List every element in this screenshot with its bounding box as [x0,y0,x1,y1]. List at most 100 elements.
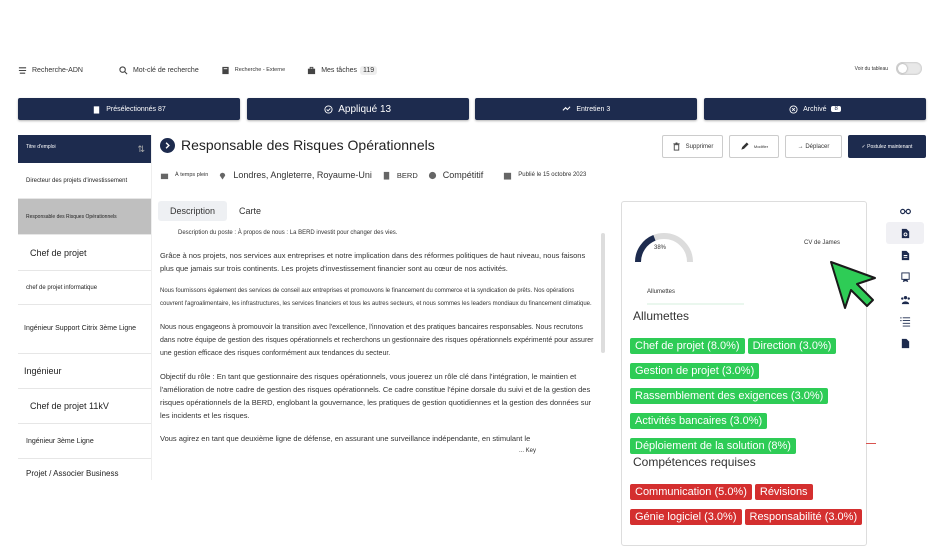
nav-label: Recherche-ADN [32,66,83,74]
team-icon[interactable] [886,288,924,310]
meta-label: Compétitif [442,170,484,180]
matches-sublabel: Allumettes [647,289,676,295]
tab-count: 13 [379,103,392,115]
sidebar-item-label: Ingénieur [24,366,62,376]
tab-applied[interactable]: Appliqué 13 [246,98,469,120]
button-label: Modifier [753,144,769,149]
sidebar-item[interactable]: Chef de projet 11kV [18,389,151,424]
meta-salary: Compétitif [428,170,484,180]
nav-label: Mot-clé de recherche [132,66,199,74]
document-search-icon[interactable] [886,222,924,244]
divider [647,303,744,305]
sidebar-item[interactable]: Projet / Associer Business [18,459,151,480]
meta-job-type: À temps plein [160,171,208,180]
tab-preselected[interactable]: Présélectionnés 87 [18,98,240,120]
sidebar-header: Titre d'emploi ⇅ [18,135,151,163]
sidebar-item[interactable]: Directeur des projets d'investissement [18,163,151,199]
table-view-toggle-wrap: Voir du tableau [855,62,922,75]
skill-chip-match: Activités bancaires (3.0%) [630,413,768,429]
meta-label: Londres, Angleterre, Royaume-Uni [233,170,372,180]
sidebar-item[interactable]: Ingénieur 3ème Ligne [18,424,151,459]
meta-label: BERD [396,170,418,180]
skill-chip-match: Déploiement de la solution (8%) [630,438,796,454]
sidebar-item[interactable]: Chef de projet [18,235,151,271]
sidebar-item-label: Projet / Associer Business [26,469,119,478]
meta-company: BERD [382,171,418,180]
skill-chip-match: Rassemblement des exigences (3.0%) [630,388,829,404]
matched-skills: Chef de projet (8.0%) Direction (3.0%) Ges… [630,336,866,461]
nav-recherche-adn[interactable]: Recherche-ADN [18,66,83,75]
button-label: → Déplacer [797,143,830,150]
skill-chip-missing: Révisions [754,484,813,500]
tab-label: Présélectionnés [106,105,157,113]
top-navigation: Recherche-ADN Mot-clé de recherche Reche… [18,60,926,80]
location-pin-icon [220,172,226,180]
match-percent: 38% [654,245,667,251]
pencil-icon [741,142,749,150]
glasses-icon[interactable] [886,200,924,222]
tab-label: Appliqué [338,103,378,115]
sidebar-item-label: chef de projet informatique [26,284,98,291]
meta-label: Publié le 15 octobre 2023 [518,172,587,178]
button-label: ✓ Postulez maintenant [861,143,913,150]
description-scrollbar[interactable] [601,233,605,353]
delete-button[interactable]: Supprimer [662,135,723,158]
sidebar-item-label: Responsable des Risques Opérationnels [26,213,117,220]
chevron-right-icon[interactable] [160,137,175,153]
edit-button[interactable]: Modifier [729,135,779,158]
meta-location: Londres, Angleterre, Royaume-Uni [218,170,372,180]
tab-description[interactable]: Description [158,201,228,221]
gauge-fill [635,235,656,263]
skill-chip-missing: Communication (5.0%) [630,484,752,500]
description-tabs: Description Carte [158,201,273,221]
sidebar-item[interactable]: Ingénieur [18,354,151,389]
toggle-label: Voir du tableau [854,65,888,72]
divider [866,443,876,444]
tab-interview[interactable]: Entretien 3 [475,98,698,120]
tab-archived[interactable]: Archivé 8 [703,98,926,120]
table-view-toggle[interactable] [896,62,922,75]
sidebar-item-label: Directeur des projets d'investissement [26,177,128,184]
pointer-cursor-icon [830,261,876,309]
job-title: Responsable des Risques Opérationnels [181,137,435,153]
certificate-icon[interactable] [886,266,924,288]
description-paragraph: Objectif du rôle : En tant que gestionna… [160,372,592,420]
task-count: 119 [359,65,378,75]
sidebar-item-label: Chef de projet [30,247,87,258]
nav-external-search[interactable]: Recherche - Externe [221,66,285,75]
nav-label: Recherche - Externe [234,67,286,73]
sidebar-item[interactable]: Ingénieur Support Citrix 3ème Ligne [18,305,151,354]
matches-title: Allumettes [633,309,690,323]
file-icon[interactable] [886,332,924,354]
coin-icon [428,171,436,179]
move-button[interactable]: → Déplacer [785,135,842,158]
tab-card[interactable]: Carte [227,201,273,221]
sidebar-header-label: Titre d'emploi [26,144,56,150]
sidebar-item-label: Ingénieur Support Citrix 3ème Ligne [24,325,137,332]
description-paragraph: Description du poste : À propos de nous … [178,230,398,236]
sidebar-item-label: Chef de projet 11kV [30,401,109,411]
required-skills: Communication (5.0%) Révisions Génie logic… [630,482,866,532]
briefcase-icon [160,173,169,179]
sidebar-item-active[interactable]: Responsable des Risques Opérationnels [18,199,151,235]
tab-label: Archivé [803,105,827,113]
button-label: Supprimer [685,143,714,150]
list-icon[interactable] [886,310,924,332]
apply-now-button[interactable]: ✓ Postulez maintenant [848,135,926,158]
skill-chip-match: Direction (3.0%) [747,338,837,354]
sort-icon[interactable]: ⇅ [137,144,145,155]
description-paragraph: Nous nous engageons à promouvoir la tran… [160,324,594,357]
description-paragraph: Vous agirez en tant que deuxième ligne d… [160,434,531,443]
calendar-icon [504,172,512,180]
skill-chip-match: Chef de projet (8.0%) [630,338,745,354]
job-actions: Supprimer Modifier → Déplacer ✓ Postulez… [656,135,926,158]
sidebar-item[interactable]: chef de projet informatique [18,271,151,305]
nav-keyword-search[interactable]: Mot-clé de recherche [119,65,199,75]
document-icon[interactable] [886,244,924,266]
job-title-sidebar: Titre d'emploi ⇅ Directeur des projets d… [18,135,152,480]
sidebar-item-label: Ingénieur 3ème Ligne [26,437,94,445]
required-skills-title: Compétences requises [633,455,756,469]
nav-my-tasks[interactable]: Mes tâches 119 [307,65,378,75]
right-tool-rail [886,200,926,354]
book-icon [222,66,229,74]
